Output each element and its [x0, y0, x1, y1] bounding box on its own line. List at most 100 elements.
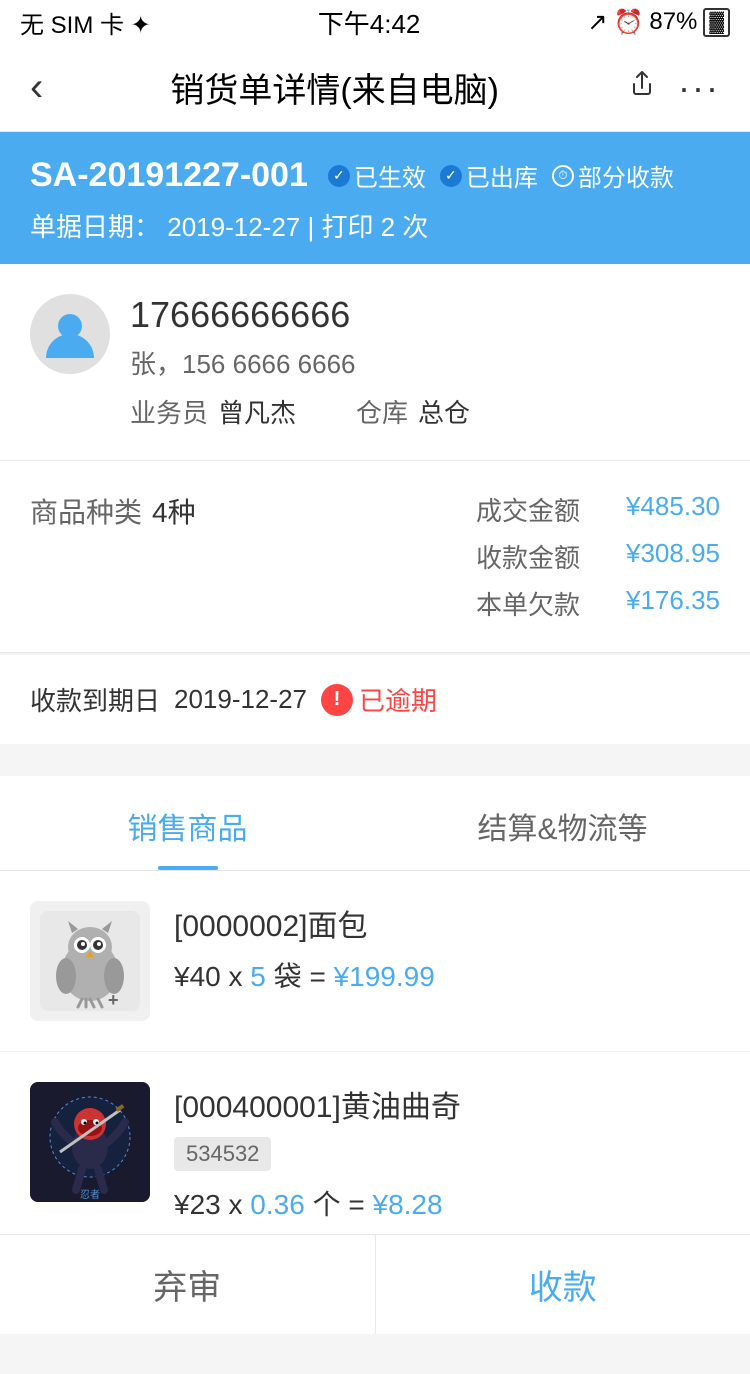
header-banner: SA-20191227-001 ✓ 已生效 ✓ 已出库 ⏱ 部分收款 单据日期：… [0, 132, 750, 264]
customer-meta: 业务员 曾凡杰 仓库 总仓 [130, 393, 720, 430]
check-icon-1: ✓ [328, 165, 350, 187]
sales-name: 曾凡杰 [218, 393, 296, 430]
more-icon[interactable]: ··· [678, 67, 720, 109]
warehouse-meta: 仓库 总仓 [356, 393, 470, 430]
alarm-icon: ⏰ [613, 8, 643, 37]
check-icon-2: ✓ [440, 165, 462, 187]
overdue-icon: ! [321, 684, 353, 716]
customer-section: 17666666666 张，156 6666 6666 业务员 曾凡杰 仓库 总… [0, 264, 750, 460]
stats-left: 商品种类 4种 [30, 491, 196, 531]
product-item-1: + [0000002]面包 ¥40 x 5 袋 = ¥199.99 [0, 871, 750, 1052]
customer-name-phone: 张，156 6666 6666 [130, 344, 720, 381]
equals-2: = [348, 1189, 372, 1220]
due-date: 2019-12-27 [174, 684, 307, 715]
status-right: ↗ ⏰ 87% ▓ [587, 8, 730, 37]
due-label: 收款到期日 [30, 681, 160, 718]
debt-value: ¥176.35 [600, 585, 720, 622]
stats-right: 成交金额 ¥485.30 收款金额 ¥308.95 本单欠款 ¥176.35 [476, 491, 720, 622]
product-image-1: + [30, 901, 150, 1021]
cancel-button[interactable]: 弃审 [0, 1235, 376, 1334]
product-owl-icon: + [40, 911, 140, 1011]
received-value: ¥308.95 [600, 538, 720, 575]
battery-icon: ▓ [703, 8, 730, 37]
bottom-bar: 弃审 收款 [0, 1234, 750, 1334]
banner-date-row: 单据日期： 2019-12-27 | 打印 2 次 [30, 207, 720, 244]
received-label: 收款金额 [476, 538, 580, 575]
products-section: + [0000002]面包 ¥40 x 5 袋 = ¥199.99 [0, 871, 750, 1254]
tab-sales-products[interactable]: 销售商品 [0, 776, 375, 870]
badge-effective: ✓ 已生效 [328, 158, 426, 193]
svg-text:+: + [108, 990, 119, 1010]
unit-2: 个 [313, 1189, 341, 1220]
warehouse-label: 仓库 [356, 393, 408, 430]
tabs-section: 销售商品 结算&物流等 [0, 776, 750, 871]
deal-row: 成交金额 ¥485.30 [476, 491, 720, 528]
section-divider [0, 744, 750, 760]
battery-text: 87% [649, 8, 697, 36]
debt-row: 本单欠款 ¥176.35 [476, 585, 720, 622]
tab-settlement[interactable]: 结算&物流等 [375, 776, 750, 870]
user-avatar-icon [40, 304, 100, 364]
customer-id: 17666666666 [130, 294, 720, 336]
due-section: 收款到期日 2019-12-27 ! 已逾期 [0, 655, 750, 744]
share-icon[interactable] [626, 68, 658, 108]
product-details-1: [0000002]面包 ¥40 x 5 袋 = ¥199.99 [174, 901, 720, 1021]
qty-2: 0.36 [250, 1189, 305, 1220]
avatar [30, 294, 110, 374]
back-button[interactable]: ‹ [30, 65, 43, 110]
warehouse-name: 总仓 [418, 393, 470, 430]
price-1: ¥40 [174, 961, 221, 992]
order-date: 2019-12-27 [167, 212, 300, 242]
product-price-1: ¥40 x 5 袋 = ¥199.99 [174, 955, 720, 995]
sales-meta: 业务员 曾凡杰 [130, 393, 296, 430]
order-id: SA-20191227-001 [30, 156, 308, 195]
svg-text:忍者: 忍者 [80, 1189, 100, 1201]
status-time: 下午4:42 [318, 4, 421, 41]
unit-1: 袋 [274, 961, 302, 992]
date-label: 单据日期： [30, 212, 160, 242]
product-ninja-icon: 忍者 [30, 1082, 150, 1202]
overdue-badge: ! 已逾期 [321, 681, 437, 718]
thin-divider-2 [0, 652, 750, 653]
category-value: 4种 [152, 491, 196, 531]
badge-partial: ⏱ 部分收款 [552, 158, 674, 193]
equals-1: = [309, 961, 333, 992]
product-price-2: ¥23 x 0.36 个 = ¥8.28 [174, 1183, 720, 1223]
stats-section: 商品种类 4种 成交金额 ¥485.30 收款金额 ¥308.95 本单欠款 ¥… [0, 461, 750, 652]
badge-shipped: ✓ 已出库 [440, 158, 538, 193]
deal-value: ¥485.30 [600, 491, 720, 528]
deal-label: 成交金额 [476, 491, 580, 528]
multiply-2: x [229, 1189, 251, 1220]
received-row: 收款金额 ¥308.95 [476, 538, 720, 575]
product-item-2: 忍者 [000400001]黄油曲奇 534532 ¥23 x 0.36 个 =… [0, 1052, 750, 1254]
overdue-text: 已逾期 [359, 681, 437, 718]
status-bar: 无 SIM 卡 ✦ 下午4:42 ↗ ⏰ 87% ▓ [0, 0, 750, 44]
tab-underline [158, 866, 218, 870]
sales-label: 业务员 [130, 393, 208, 430]
sim-text: 无 SIM 卡 ✦ [20, 5, 151, 40]
clock-icon: ⏱ [552, 165, 574, 187]
total-2: ¥8.28 [373, 1189, 443, 1220]
nav-actions: ··· [626, 67, 720, 109]
debt-label: 本单欠款 [476, 585, 580, 622]
print-text: | 打印 2 次 [307, 212, 428, 242]
total-1: ¥199.99 [334, 961, 435, 992]
page-title: 销货单详情(来自电脑) [170, 63, 499, 112]
category-label: 商品种类 [30, 491, 142, 531]
qty-1: 5 [250, 961, 266, 992]
product-tag-2: 534532 [174, 1137, 271, 1171]
banner-row1: SA-20191227-001 ✓ 已生效 ✓ 已出库 ⏱ 部分收款 [30, 156, 720, 195]
customer-info: 17666666666 张，156 6666 6666 业务员 曾凡杰 仓库 总… [130, 294, 720, 430]
product-name-2: [000400001]黄油曲奇 [174, 1082, 720, 1126]
tabs-row: 销售商品 结算&物流等 [0, 776, 750, 870]
status-badges: ✓ 已生效 ✓ 已出库 ⏱ 部分收款 [328, 158, 674, 193]
confirm-button[interactable]: 收款 [376, 1235, 750, 1334]
product-name-1: [0000002]面包 [174, 901, 720, 945]
multiply-1: x [229, 961, 251, 992]
nav-bar: ‹ 销货单详情(来自电脑) ··· [0, 44, 750, 132]
location-icon: ↗ [587, 8, 607, 37]
product-image-2: 忍者 [30, 1082, 150, 1202]
status-left: 无 SIM 卡 ✦ [20, 5, 151, 40]
price-2: ¥23 [174, 1189, 221, 1220]
product-details-2: [000400001]黄油曲奇 534532 ¥23 x 0.36 个 = ¥8… [174, 1082, 720, 1223]
